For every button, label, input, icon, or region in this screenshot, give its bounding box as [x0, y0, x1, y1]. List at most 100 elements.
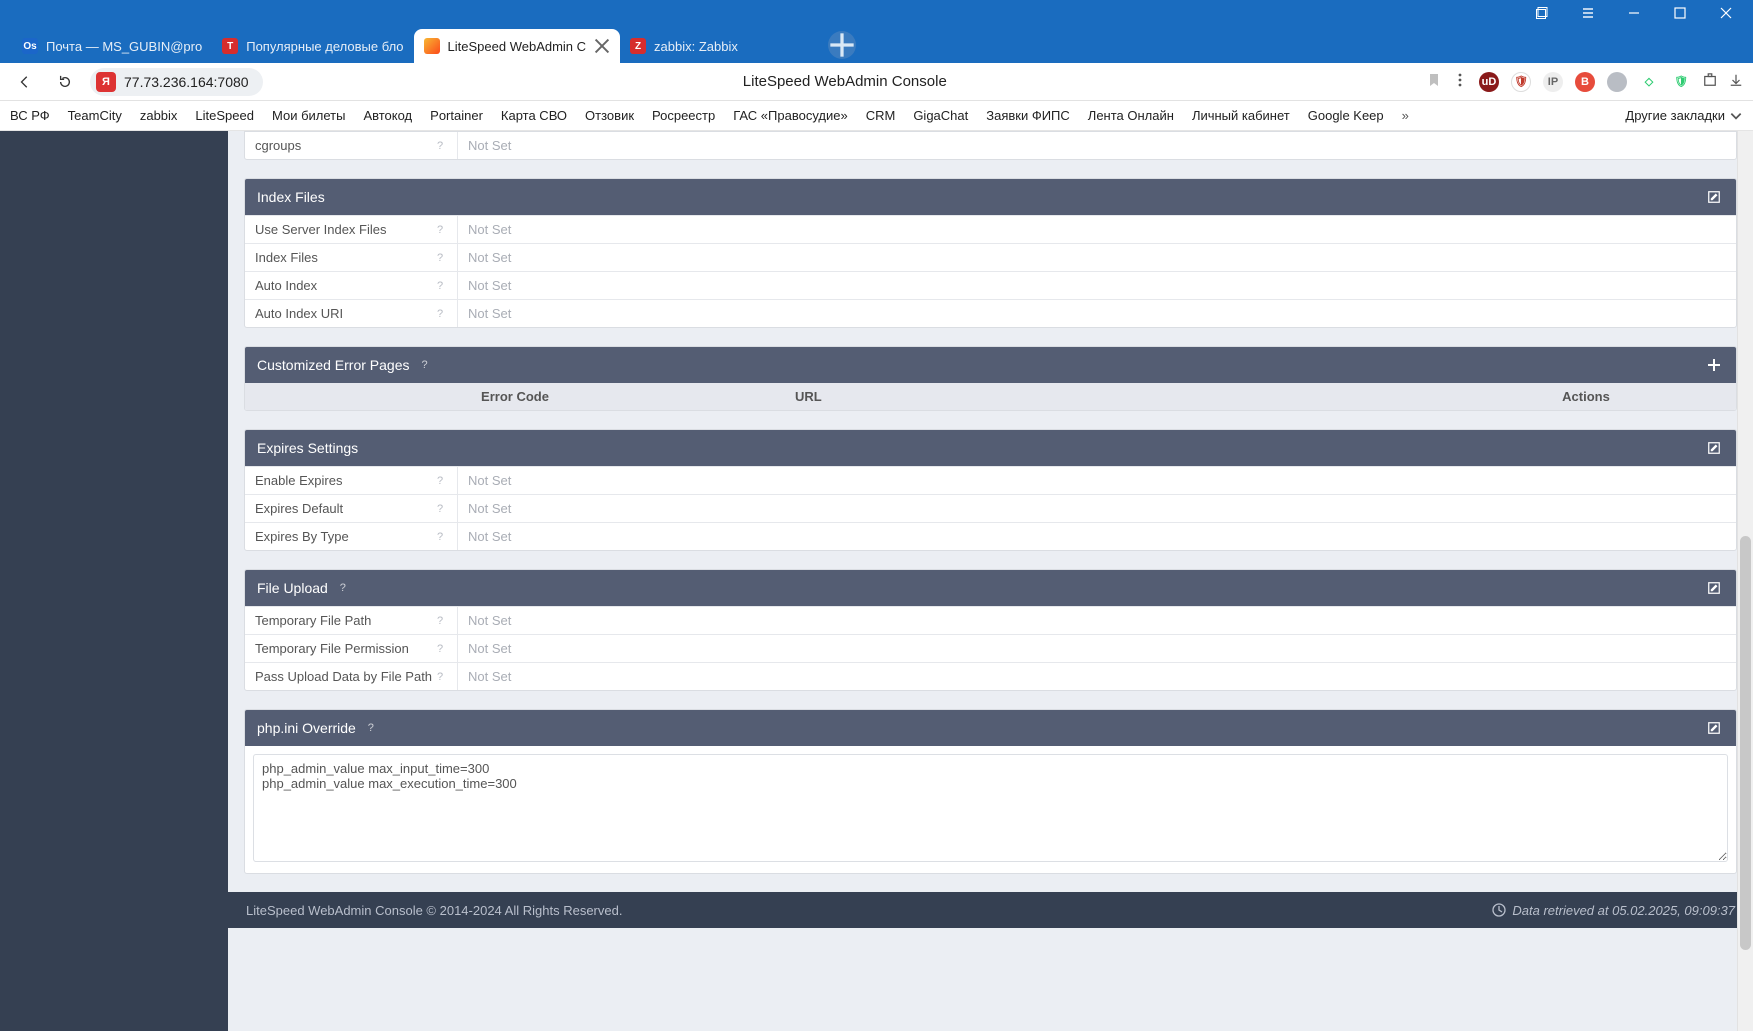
window-minimize-icon[interactable] — [1611, 1, 1657, 25]
scrollbar-thumb[interactable] — [1740, 536, 1751, 950]
other-bookmarks[interactable]: Другие закладки — [1625, 108, 1743, 123]
footer-right: Data retrieved at 05.02.2025, 09:09:37 — [1512, 903, 1735, 918]
edit-icon — [1707, 441, 1721, 455]
bookmark-item[interactable]: LiteSpeed — [195, 108, 254, 123]
panel-title: php.ini Override — [257, 720, 356, 736]
help-icon[interactable]: ? — [433, 139, 447, 153]
ext-green2-icon[interactable]: 🛡 — [1671, 72, 1691, 92]
help-icon[interactable]: ? — [433, 279, 447, 293]
help-icon[interactable]: ? — [433, 223, 447, 237]
edit-button[interactable] — [1704, 578, 1724, 598]
row-value: Not Set — [457, 607, 1736, 634]
main-content: cgroups ? Not Set Index Files Use Server… — [228, 131, 1753, 1031]
edit-icon — [1707, 190, 1721, 204]
tab-title: Популярные деловые бло — [246, 39, 403, 54]
ext-green1-icon[interactable]: ◇ — [1639, 72, 1659, 92]
edit-button[interactable] — [1704, 718, 1724, 738]
bookmark-item[interactable]: Росреестр — [652, 108, 715, 123]
table-row: Temporary File Permission? Not Set — [245, 634, 1736, 662]
other-bookmarks-label: Другие закладки — [1625, 108, 1725, 123]
address-right-icons: uD 🛡 IP B ◇ 🛡 — [1427, 72, 1743, 92]
bookmark-item[interactable]: Автокод — [363, 108, 412, 123]
bookmark-item[interactable]: Отзовик — [585, 108, 634, 123]
plus-icon — [1707, 358, 1721, 372]
add-button[interactable] — [1704, 355, 1724, 375]
ext-ip-icon[interactable]: IP — [1543, 72, 1563, 92]
bookmark-item[interactable]: ВС РФ — [10, 108, 50, 123]
tab-litespeed[interactable]: LiteSpeed WebAdmin C — [414, 29, 621, 63]
favicon-icon: Z — [630, 38, 646, 54]
help-icon[interactable]: ? — [433, 251, 447, 265]
panel-file-upload: File Upload ? Temporary File Path? Not S… — [244, 569, 1737, 691]
tab-popular[interactable]: T Популярные деловые бло — [212, 29, 413, 63]
row-label: Auto Index — [255, 278, 317, 293]
table-header: Error Code URL Actions — [245, 383, 1736, 410]
table-row: Enable Expires? Not Set — [245, 466, 1736, 494]
sidebar — [0, 131, 228, 1031]
bookmark-item[interactable]: Google Keep — [1308, 108, 1384, 123]
ext-gray-icon[interactable] — [1607, 72, 1627, 92]
tab-close-icon[interactable] — [594, 38, 610, 54]
window-menu-icon[interactable] — [1565, 1, 1611, 25]
col-error-code: Error Code — [245, 383, 785, 410]
bookmark-item[interactable]: GigaChat — [913, 108, 968, 123]
tab-title: LiteSpeed WebAdmin C — [448, 39, 587, 54]
bookmark-item[interactable]: CRM — [866, 108, 896, 123]
bookmark-item[interactable]: ГАС «Правосудие» — [733, 108, 847, 123]
row-value: Not Set — [457, 244, 1736, 271]
bookmark-item[interactable]: zabbix — [140, 108, 178, 123]
bookmark-item[interactable]: Мои билеты — [272, 108, 345, 123]
bookmark-item[interactable]: Заявки ФИПС — [986, 108, 1070, 123]
bookmark-item[interactable]: Карта СВО — [501, 108, 567, 123]
bookmark-item[interactable]: Лента Онлайн — [1088, 108, 1174, 123]
help-icon[interactable]: ? — [336, 581, 350, 595]
kebab-menu-icon[interactable] — [1453, 73, 1467, 90]
download-icon[interactable] — [1729, 73, 1743, 90]
help-icon[interactable]: ? — [418, 358, 432, 372]
row-label: Pass Upload Data by File Path — [255, 669, 432, 684]
bookmark-item[interactable]: TeamCity — [68, 108, 122, 123]
help-icon[interactable]: ? — [433, 502, 447, 516]
reload-button[interactable] — [50, 67, 80, 97]
table-row: Use Server Index Files? Not Set — [245, 215, 1736, 243]
row-label: Expires Default — [255, 501, 343, 516]
bookmark-item[interactable]: Личный кабинет — [1192, 108, 1290, 123]
browser-tabs-bar: Os Почта — MS_GUBIN@pro T Популярные дел… — [0, 25, 1753, 63]
row-label: Use Server Index Files — [255, 222, 387, 237]
help-icon[interactable]: ? — [364, 721, 378, 735]
help-icon[interactable]: ? — [433, 530, 447, 544]
ext-b-icon[interactable]: B — [1575, 72, 1595, 92]
ext-shield-icon[interactable]: 🛡 — [1511, 72, 1531, 92]
edit-button[interactable] — [1704, 187, 1724, 207]
tab-mail[interactable]: Os Почта — MS_GUBIN@pro — [12, 29, 212, 63]
row-label: Enable Expires — [255, 473, 342, 488]
window-clone-icon[interactable] — [1519, 1, 1565, 25]
help-icon[interactable]: ? — [433, 307, 447, 321]
help-icon[interactable]: ? — [433, 614, 447, 628]
url-text: 77.73.236.164:7080 — [124, 74, 249, 90]
panel-error-pages: Customized Error Pages ? Error Code URL … — [244, 346, 1737, 411]
php-ini-textarea[interactable] — [253, 754, 1728, 862]
new-tab-button[interactable] — [828, 31, 856, 59]
help-icon[interactable]: ? — [433, 474, 447, 488]
col-url: URL — [785, 383, 1436, 410]
back-button[interactable] — [10, 67, 40, 97]
page-title: LiteSpeed WebAdmin Console — [273, 73, 1417, 90]
help-icon[interactable]: ? — [433, 642, 447, 656]
address-bar: Я 77.73.236.164:7080 LiteSpeed WebAdmin … — [0, 63, 1753, 101]
url-field[interactable]: Я 77.73.236.164:7080 — [90, 68, 263, 96]
window-close-icon[interactable] — [1703, 1, 1749, 25]
bookmark-item[interactable]: Portainer — [430, 108, 483, 123]
edit-button[interactable] — [1704, 438, 1724, 458]
bookmark-icon[interactable] — [1427, 73, 1441, 90]
window-maximize-icon[interactable] — [1657, 1, 1703, 25]
ext-ublock-icon[interactable]: uD — [1479, 72, 1499, 92]
edit-icon — [1707, 581, 1721, 595]
tab-title: Почта — MS_GUBIN@pro — [46, 39, 202, 54]
extensions-icon[interactable] — [1703, 73, 1717, 90]
help-icon[interactable]: ? — [433, 670, 447, 684]
scrollbar[interactable] — [1737, 131, 1753, 1031]
bookmark-overflow-icon[interactable]: » — [1402, 108, 1409, 123]
page-footer: LiteSpeed WebAdmin Console © 2014-2024 A… — [228, 892, 1753, 928]
tab-zabbix[interactable]: Z zabbix: Zabbix — [620, 29, 820, 63]
